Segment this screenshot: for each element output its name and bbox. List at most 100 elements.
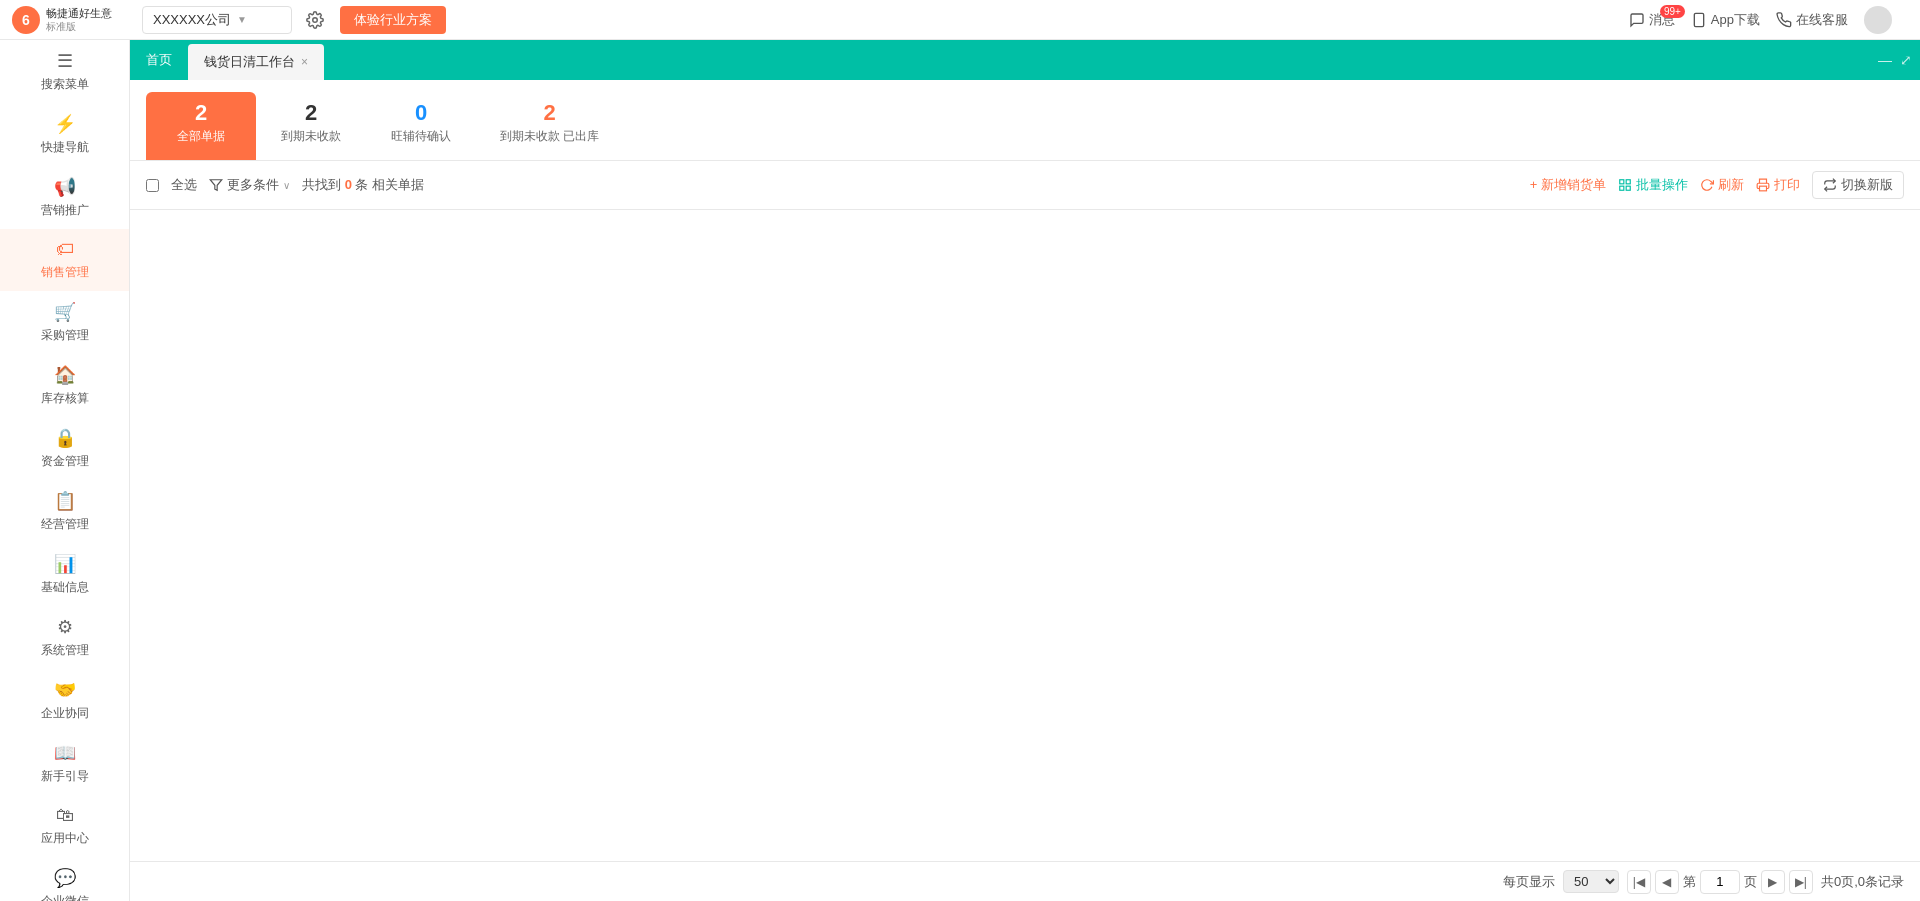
logo-text: 畅捷通好生意 标准版 — [46, 6, 112, 33]
purchase-icon: 🛒 — [54, 301, 76, 323]
table-area — [130, 210, 1920, 861]
sidebar-item-inventory[interactable]: 🏠 库存核算 — [0, 354, 129, 417]
sidebar-item-operations[interactable]: 📋 经营管理 — [0, 480, 129, 543]
print-btn[interactable]: 打印 — [1756, 176, 1800, 194]
sidebar-label: 经营管理 — [41, 516, 89, 533]
svg-rect-8 — [1760, 186, 1767, 191]
page-label: 第 — [1683, 873, 1696, 891]
found-text: 共找到 0 条 相关单据 — [302, 176, 424, 194]
switch-version-btn[interactable]: 切换新版 — [1812, 171, 1904, 199]
found-count: 0 — [345, 177, 352, 192]
tab-close-icon[interactable]: × — [301, 55, 308, 69]
settings-icon-btn[interactable] — [300, 5, 330, 35]
bottom-bar: 每页显示 50 100 200 |◀ ◀ 第 页 ▶ ▶| 共0页,0条记录 — [130, 861, 1920, 901]
company-selector[interactable]: XXXXXX公司 ▼ — [142, 6, 292, 34]
search-menu-icon: ☰ — [57, 50, 73, 72]
tab-bar: 首页 钱货日清工作台 × — ⤢ — [130, 40, 1920, 80]
filter-button[interactable]: 更多条件 ∨ — [209, 176, 290, 194]
batch-operation-btn[interactable]: 批量操作 — [1618, 176, 1688, 194]
chevron-down-icon: ▼ — [237, 14, 247, 25]
tab-maximize-icon[interactable]: ⤢ — [1900, 52, 1912, 68]
finance-icon: 🔒 — [54, 427, 76, 449]
message-btn[interactable]: 消息 99+ — [1629, 11, 1675, 29]
online-service-btn[interactable]: 在线客服 — [1776, 11, 1848, 29]
sidebar-item-apps[interactable]: 🛍 应用中心 — [0, 795, 129, 857]
sidebar-item-system[interactable]: ⚙ 系统管理 — [0, 606, 129, 669]
sidebar-item-finance[interactable]: 🔒 资金管理 — [0, 417, 129, 480]
sidebar-item-quicknav[interactable]: ⚡ 快捷导航 — [0, 103, 129, 166]
sidebar-label: 企业微信 — [41, 893, 89, 901]
sidebar-item-search[interactable]: ☰ 搜索菜单 — [0, 40, 129, 103]
tab-home[interactable]: 首页 — [130, 40, 188, 80]
guide-icon: 📖 — [54, 742, 76, 764]
main-layout: ☰ 搜索菜单 ⚡ 快捷导航 📢 营销推广 🏷 销售管理 🛒 采购管理 🏠 库存核… — [0, 40, 1920, 901]
logo-area: 6 畅捷通好生意 标准版 — [12, 6, 142, 34]
sidebar-label: 新手引导 — [41, 768, 89, 785]
svg-rect-1 — [1694, 13, 1703, 26]
page-content: 2 全部单据 2 到期未收款 0 旺辅待确认 2 到期未收款 已出库 — [130, 80, 1920, 901]
operations-icon: 📋 — [54, 490, 76, 512]
quicknav-icon: ⚡ — [54, 113, 76, 135]
apps-icon: 🛍 — [56, 805, 74, 826]
sidebar-label: 企业协同 — [41, 705, 89, 722]
svg-point-0 — [313, 17, 318, 22]
sidebar-label: 系统管理 — [41, 642, 89, 659]
sidebar-label: 库存核算 — [41, 390, 89, 407]
page-total: 共0页,0条记录 — [1821, 873, 1904, 891]
svg-rect-7 — [1620, 186, 1624, 190]
last-page-btn[interactable]: ▶| — [1789, 870, 1813, 894]
wecom-icon: 💬 — [54, 867, 76, 889]
stat-tab-pending[interactable]: 0 旺辅待确认 — [366, 92, 476, 160]
avatar-image — [1864, 6, 1892, 34]
sidebar-item-sales[interactable]: 🏷 销售管理 — [0, 229, 129, 291]
pagination: |◀ ◀ 第 页 ▶ ▶| — [1627, 870, 1813, 894]
first-page-btn[interactable]: |◀ — [1627, 870, 1651, 894]
collaboration-icon: 🤝 — [54, 679, 76, 701]
sidebar-label: 采购管理 — [41, 327, 89, 344]
sidebar-item-basicinfo[interactable]: 📊 基础信息 — [0, 543, 129, 606]
message-badge: 99+ — [1660, 5, 1685, 18]
toolbar-right: + 新增销货单 批量操作 刷新 — [1530, 171, 1904, 199]
sidebar-label: 资金管理 — [41, 453, 89, 470]
content-area: 首页 钱货日清工作台 × — ⤢ 2 全部单据 2 到期未收款 — [130, 40, 1920, 901]
trial-button[interactable]: 体验行业方案 — [340, 6, 446, 34]
sidebar-item-collaboration[interactable]: 🤝 企业协同 — [0, 669, 129, 732]
refresh-btn[interactable]: 刷新 — [1700, 176, 1744, 194]
tab-minimize-icon[interactable]: — — [1878, 52, 1892, 68]
sidebar: ☰ 搜索菜单 ⚡ 快捷导航 📢 营销推广 🏷 销售管理 🛒 采购管理 🏠 库存核… — [0, 40, 130, 901]
logo-icon: 6 — [12, 6, 40, 34]
sidebar-label: 销售管理 — [41, 264, 89, 281]
header-right: 消息 99+ App下载 在线客服 — [1629, 6, 1908, 34]
stats-tabs: 2 全部单据 2 到期未收款 0 旺辅待确认 2 到期未收款 已出库 — [130, 80, 1920, 161]
sidebar-label: 基础信息 — [41, 579, 89, 596]
page-input[interactable] — [1700, 870, 1740, 894]
basicinfo-icon: 📊 — [54, 553, 76, 575]
sidebar-item-wecom[interactable]: 💬 企业微信 — [0, 857, 129, 901]
next-page-btn[interactable]: ▶ — [1761, 870, 1785, 894]
system-icon: ⚙ — [57, 616, 73, 638]
per-page-label: 每页显示 — [1503, 873, 1555, 891]
svg-rect-5 — [1626, 180, 1630, 184]
tab-bar-right: — ⤢ — [1878, 52, 1920, 68]
company-name: XXXXXX公司 — [153, 11, 231, 29]
stat-tab-shipped[interactable]: 2 到期未收款 已出库 — [476, 92, 623, 160]
sidebar-label: 营销推广 — [41, 202, 89, 219]
page-suffix: 页 — [1744, 873, 1757, 891]
inventory-icon: 🏠 — [54, 364, 76, 386]
sidebar-item-purchase[interactable]: 🛒 采购管理 — [0, 291, 129, 354]
per-page-select[interactable]: 50 100 200 — [1563, 870, 1619, 893]
sidebar-label: 搜索菜单 — [41, 76, 89, 93]
stat-tab-all[interactable]: 2 全部单据 — [146, 92, 256, 160]
select-all-checkbox[interactable] — [146, 179, 159, 192]
new-sale-order-btn[interactable]: + 新增销货单 — [1530, 176, 1606, 194]
stat-tab-overdue[interactable]: 2 到期未收款 — [256, 92, 366, 160]
tab-active[interactable]: 钱货日清工作台 × — [188, 44, 324, 80]
prev-page-btn[interactable]: ◀ — [1655, 870, 1679, 894]
app-download-btn[interactable]: App下载 — [1691, 11, 1760, 29]
sidebar-item-marketing[interactable]: 📢 营销推广 — [0, 166, 129, 229]
avatar[interactable] — [1864, 6, 1892, 34]
svg-rect-6 — [1626, 186, 1630, 190]
svg-marker-3 — [210, 180, 222, 191]
sidebar-label: 应用中心 — [41, 830, 89, 847]
sidebar-item-guide[interactable]: 📖 新手引导 — [0, 732, 129, 795]
